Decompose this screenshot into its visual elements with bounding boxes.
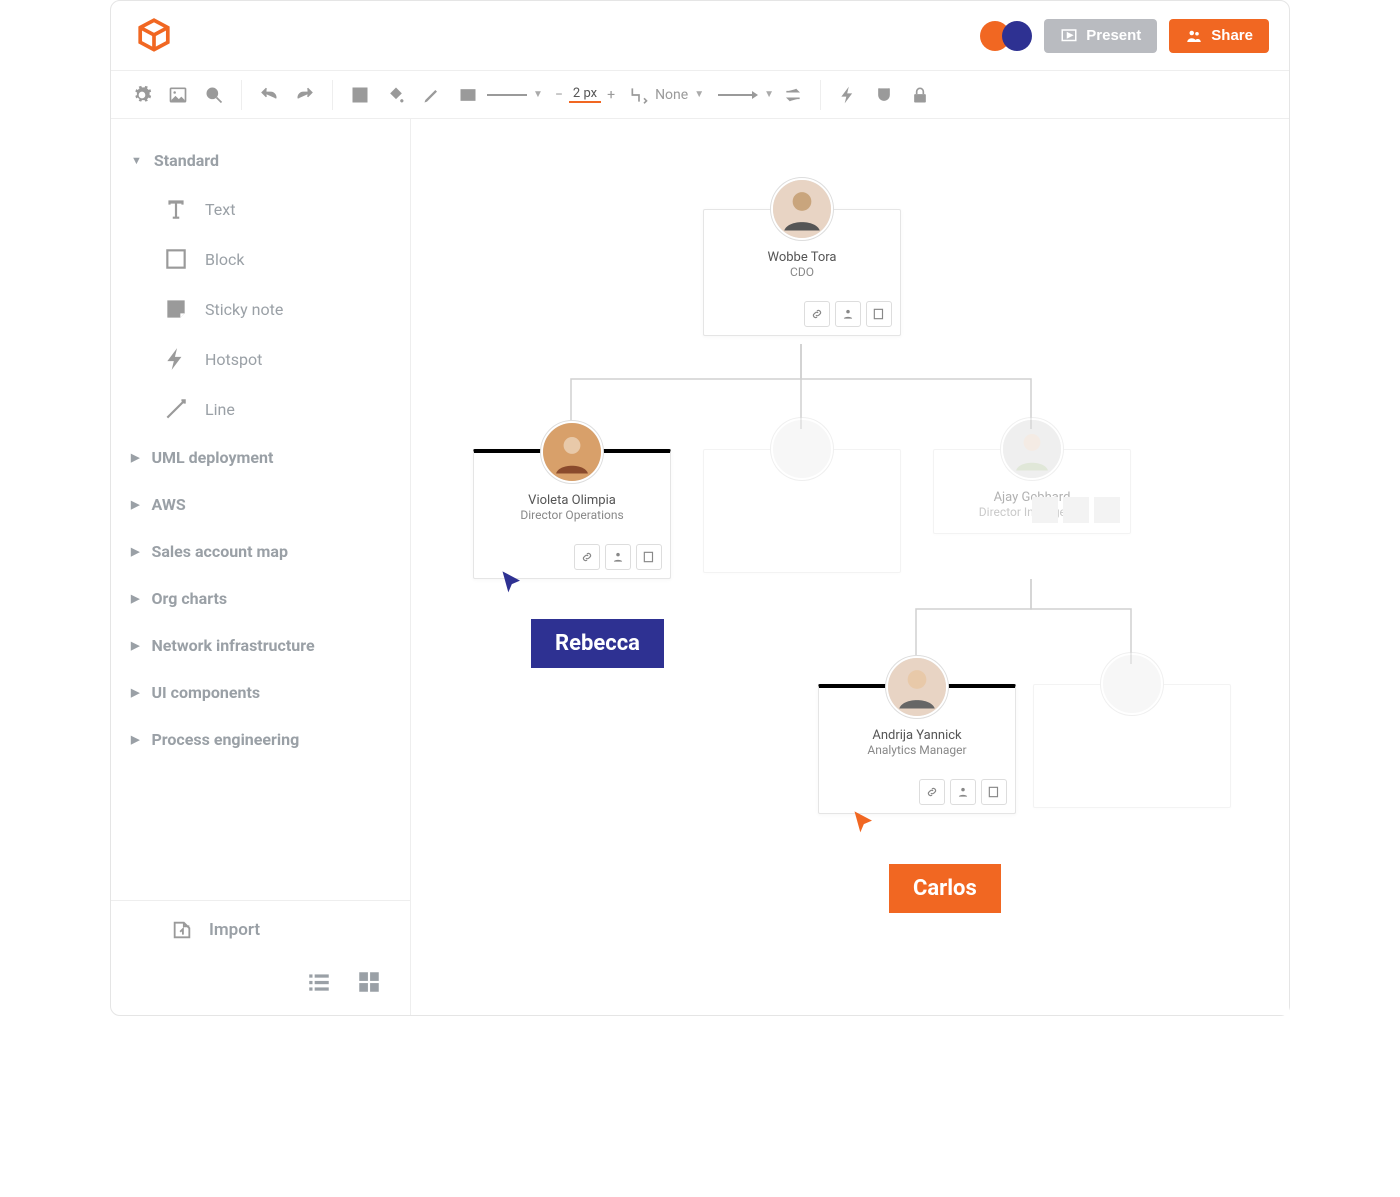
present-label: Present [1086, 27, 1141, 44]
person-icon[interactable] [605, 544, 631, 570]
category-uml[interactable]: ▶UML deployment [111, 434, 410, 481]
avatar-icon [1001, 418, 1063, 480]
router-label: None [655, 87, 688, 103]
image-icon[interactable] [161, 78, 195, 112]
link-icon[interactable] [804, 301, 830, 327]
redo-icon[interactable] [288, 78, 322, 112]
chevron-right-icon: ▶ [131, 686, 139, 699]
avatar-placeholder-icon [1101, 653, 1163, 715]
swap-icon[interactable] [776, 78, 810, 112]
cursor-rebecca-icon [499, 569, 527, 601]
category-ui[interactable]: ▶UI components [111, 669, 410, 716]
share-label: Share [1211, 27, 1253, 44]
category-network[interactable]: ▶Network infrastructure [111, 622, 410, 669]
edit-icon[interactable] [866, 301, 892, 327]
chevron-right-icon: ▶ [131, 545, 139, 558]
magnet-icon[interactable] [867, 78, 901, 112]
block-icon [163, 246, 189, 272]
settings-icon[interactable] [125, 78, 159, 112]
pencil-icon[interactable] [415, 78, 449, 112]
import-button[interactable]: Import [111, 901, 410, 959]
text-icon [163, 196, 189, 222]
avatar-icon [541, 421, 603, 483]
share-button[interactable]: Share [1169, 19, 1269, 53]
grid-view-icon[interactable] [356, 969, 382, 999]
shape-style-icon[interactable] [451, 78, 485, 112]
sticky-note-icon [163, 296, 189, 322]
chevron-right-icon: ▶ [131, 592, 139, 605]
hotspot-icon [163, 346, 189, 372]
person-icon[interactable] [835, 301, 861, 327]
org-card-right[interactable]: Ajay Gebhard Director Intelligence [933, 449, 1131, 534]
import-icon [171, 919, 193, 941]
chevron-right-icon: ▶ [131, 733, 139, 746]
person-icon[interactable] [950, 779, 976, 805]
line-style-control[interactable]: ▼ [487, 89, 543, 100]
category-aws[interactable]: ▶AWS [111, 481, 410, 528]
header: Present Share [111, 1, 1289, 71]
arrow-style-control[interactable]: ▼ [718, 89, 774, 100]
edit-icon[interactable] [636, 544, 662, 570]
cursor-label-carlos: Carlos [889, 864, 1001, 913]
presence-avatars[interactable] [980, 21, 1032, 51]
grid-icon[interactable] [343, 78, 377, 112]
shape-line[interactable]: Line [111, 384, 410, 434]
fill-icon[interactable] [379, 78, 413, 112]
category-org[interactable]: ▶Org charts [111, 575, 410, 622]
category-standard[interactable]: ▼ Standard [111, 137, 410, 184]
chevron-right-icon: ▶ [131, 498, 139, 511]
present-button[interactable]: Present [1044, 19, 1157, 53]
org-card-root[interactable]: Wobbe Tora CDO [703, 209, 901, 336]
category-process[interactable]: ▶Process engineering [111, 716, 410, 763]
bolt-icon[interactable] [831, 78, 865, 112]
sidebar: ▼ Standard Text Block Sticky note [111, 119, 411, 1015]
list-view-icon[interactable] [306, 969, 332, 999]
line-icon [163, 396, 189, 422]
org-card-left[interactable]: Violeta Olimpia Director Operations [473, 449, 671, 579]
chevron-right-icon: ▶ [131, 639, 139, 652]
chevron-down-icon: ▼ [131, 154, 142, 167]
edit-icon[interactable] [981, 779, 1007, 805]
org-card-blank-1[interactable] [703, 449, 901, 573]
link-icon[interactable] [919, 779, 945, 805]
shape-text[interactable]: Text [111, 184, 410, 234]
avatar-icon [771, 178, 833, 240]
shape-block[interactable]: Block [111, 234, 410, 284]
cursor-carlos-icon [851, 809, 879, 841]
shape-hotspot[interactable]: Hotspot [111, 334, 410, 384]
undo-icon[interactable] [252, 78, 286, 112]
canvas[interactable]: Wobbe Tora CDO Violeta Olimpia Director … [411, 119, 1289, 1015]
app-logo[interactable] [131, 11, 177, 61]
cursor-label-rebecca: Rebecca [531, 619, 664, 668]
avatar-placeholder-icon [771, 418, 833, 480]
category-sales[interactable]: ▶Sales account map [111, 528, 410, 575]
toolbar: ▼ − 2 px + None▼ ▼ [111, 71, 1289, 119]
line-router-control[interactable]: None▼ [629, 85, 704, 105]
link-icon[interactable] [574, 544, 600, 570]
avatar-icon [886, 656, 948, 718]
line-width-control[interactable]: − 2 px + [555, 86, 615, 103]
shape-sticky[interactable]: Sticky note [111, 284, 410, 334]
lock-icon[interactable] [903, 78, 937, 112]
presence-user-2 [1002, 21, 1032, 51]
org-card-sub[interactable]: Andrija Yannick Analytics Manager [818, 684, 1016, 814]
app-frame: Present Share ▼ − 2 px + None▼ [110, 0, 1290, 1016]
chevron-right-icon: ▶ [131, 451, 139, 464]
line-width-value: 2 px [569, 86, 601, 103]
search-icon[interactable] [197, 78, 231, 112]
org-card-blank-2[interactable] [1033, 684, 1231, 808]
